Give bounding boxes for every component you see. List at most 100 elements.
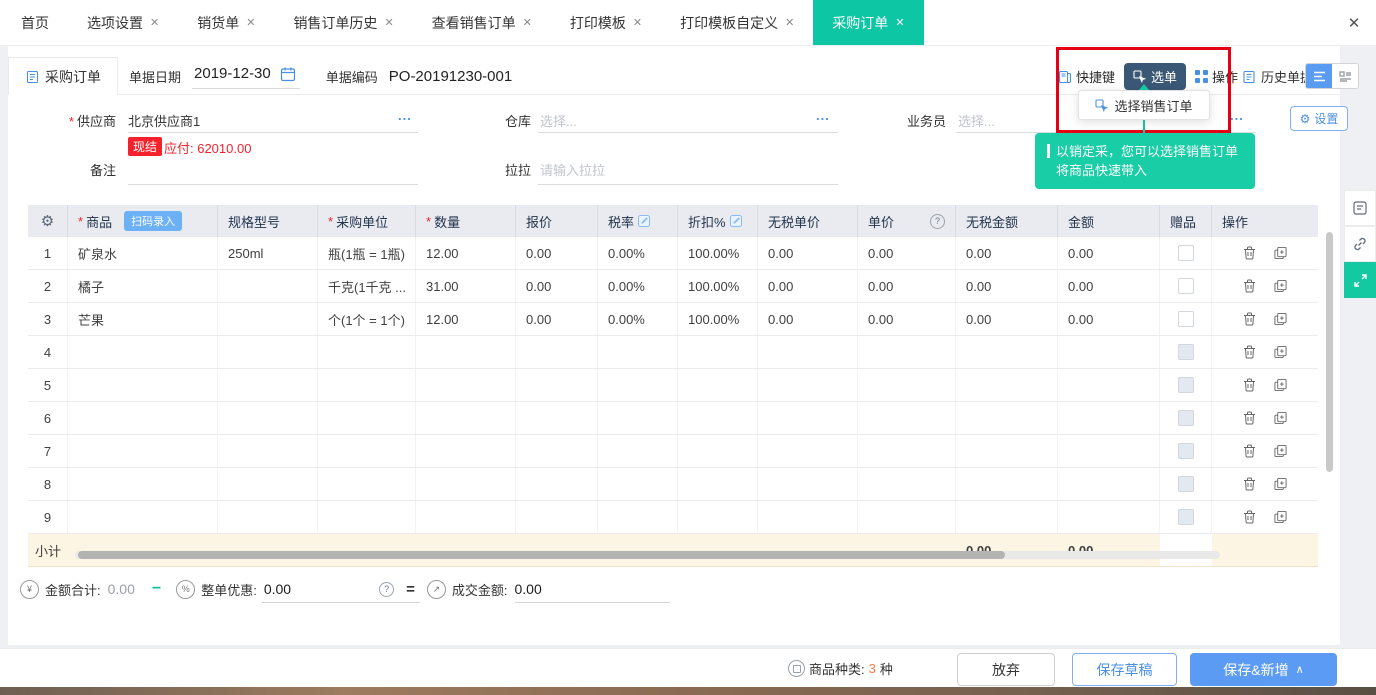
calendar-icon[interactable] xyxy=(280,66,296,82)
grid-cell-quote[interactable] xyxy=(516,501,598,533)
edit-icon[interactable] xyxy=(729,215,742,227)
gift-checkbox[interactable] xyxy=(1177,278,1194,294)
grid-cell-unit[interactable]: 个(1个 = 1个) xyxy=(318,303,416,335)
grid-cell-amount[interactable] xyxy=(1058,435,1160,467)
grid-cell-tax_rate[interactable] xyxy=(598,435,678,467)
copy-icon[interactable] xyxy=(1274,345,1287,359)
grid-cell-qty[interactable]: 12.00 xyxy=(416,237,516,269)
trash-icon[interactable] xyxy=(1243,477,1256,491)
grid-cell-price[interactable]: 0.00 xyxy=(858,303,956,335)
vertical-scrollbar-thumb[interactable] xyxy=(1326,232,1333,472)
grid-cell-unit[interactable] xyxy=(318,468,416,500)
grid-cell-tax_rate[interactable] xyxy=(598,336,678,368)
grid-cell-qty[interactable] xyxy=(416,336,516,368)
grid-cell-tax_rate[interactable] xyxy=(598,369,678,401)
save-and-new-button[interactable]: 保存&新增 ∧ xyxy=(1190,653,1337,686)
expand-rail-button[interactable] xyxy=(1344,262,1376,298)
grid-cell-amount[interactable]: 0.00 xyxy=(1058,303,1160,335)
trash-icon[interactable] xyxy=(1243,312,1256,326)
grid-cell-no_tax_amount[interactable] xyxy=(956,468,1058,500)
grid-cell-price[interactable] xyxy=(858,468,956,500)
grid-cell-unit[interactable] xyxy=(318,435,416,467)
grid-cell-qty[interactable] xyxy=(416,501,516,533)
tab[interactable]: 销售订单历史 ✕ xyxy=(274,0,412,45)
gift-checkbox[interactable] xyxy=(1177,476,1194,492)
grid-cell-discount[interactable] xyxy=(678,435,758,467)
cancel-button[interactable]: 放弃 xyxy=(957,653,1055,686)
lala-placeholder[interactable]: 请输入拉拉 xyxy=(540,160,605,179)
grid-cell-no_tax_price[interactable] xyxy=(758,336,858,368)
gift-checkbox[interactable] xyxy=(1177,245,1194,261)
grid-cell-quote[interactable] xyxy=(516,369,598,401)
grid-cell-quote[interactable]: 0.00 xyxy=(516,303,598,335)
grid-cell-no_tax_amount[interactable] xyxy=(956,501,1058,533)
grid-cell-no_tax_amount[interactable] xyxy=(956,369,1058,401)
copy-icon[interactable] xyxy=(1274,312,1287,326)
grid-cell-price[interactable]: 0.00 xyxy=(858,270,956,302)
grid-cell-product[interactable] xyxy=(68,501,218,533)
discount-input-underline[interactable] xyxy=(262,602,420,603)
history-button[interactable]: 历史单据 xyxy=(1242,67,1313,86)
list-view-toggle[interactable] xyxy=(1306,64,1332,88)
tab[interactable]: 销货单 ✕ xyxy=(178,0,274,45)
grid-cell-spec[interactable] xyxy=(218,369,318,401)
operation-button[interactable]: 操作 xyxy=(1195,67,1238,86)
grid-cell-discount[interactable]: 100.00% xyxy=(678,303,758,335)
grid-cell-amount[interactable] xyxy=(1058,336,1160,368)
select-sales-order-menu-item[interactable]: 选择销售订单 xyxy=(1078,90,1210,120)
grid-cell-amount[interactable] xyxy=(1058,501,1160,533)
link-rail-button[interactable] xyxy=(1344,226,1376,262)
grid-cell-qty[interactable]: 12.00 xyxy=(416,303,516,335)
grid-cell-discount[interactable]: 100.00% xyxy=(678,237,758,269)
grid-cell-tax_rate[interactable] xyxy=(598,501,678,533)
grid-cell-product[interactable]: 芒果 xyxy=(68,303,218,335)
note-rail-button[interactable] xyxy=(1344,190,1376,226)
copy-icon[interactable] xyxy=(1274,477,1287,491)
tab-close-icon[interactable]: ✕ xyxy=(895,16,904,29)
final-input-underline[interactable] xyxy=(515,602,670,603)
tab[interactable]: 打印模板自定义 ✕ xyxy=(661,0,813,45)
trash-icon[interactable] xyxy=(1243,510,1256,524)
grid-cell-price[interactable] xyxy=(858,336,956,368)
tab-close-icon[interactable]: ✕ xyxy=(246,16,255,29)
trash-icon[interactable] xyxy=(1243,246,1256,260)
grid-cell-no_tax_price[interactable]: 0.00 xyxy=(758,303,858,335)
supplier-picker-ellipsis[interactable]: ... xyxy=(398,108,412,123)
tab-close-icon[interactable]: ✕ xyxy=(523,16,532,29)
grid-cell-discount[interactable] xyxy=(678,369,758,401)
grid-cell-discount[interactable]: 100.00% xyxy=(678,270,758,302)
grid-cell-tax_rate[interactable]: 0.00% xyxy=(598,237,678,269)
pick-order-button[interactable]: 选单 xyxy=(1124,63,1187,90)
scan-entry-badge[interactable]: 扫码录入 xyxy=(124,211,183,231)
horizontal-scrollbar-thumb[interactable] xyxy=(78,551,1005,559)
tab[interactable]: 打印模板 ✕ xyxy=(551,0,661,45)
date-value[interactable]: 2019-12-30 xyxy=(194,65,271,82)
grid-cell-product[interactable]: 矿泉水 xyxy=(68,237,218,269)
grid-cell-quote[interactable]: 0.00 xyxy=(516,270,598,302)
grid-cell-qty[interactable] xyxy=(416,369,516,401)
grid-cell-price[interactable] xyxy=(858,369,956,401)
grid-cell-tax_rate[interactable] xyxy=(598,402,678,434)
copy-icon[interactable] xyxy=(1274,510,1287,524)
grid-cell-amount[interactable] xyxy=(1058,468,1160,500)
grid-cell-discount[interactable] xyxy=(678,468,758,500)
grid-cell-no_tax_price[interactable] xyxy=(758,435,858,467)
grid-cell-unit[interactable] xyxy=(318,402,416,434)
grid-cell-amount[interactable] xyxy=(1058,402,1160,434)
grid-cell-price[interactable] xyxy=(858,402,956,434)
tab-close-icon[interactable]: ✕ xyxy=(150,16,159,29)
grid-cell-product[interactable] xyxy=(68,468,218,500)
grid-cell-no_tax_amount[interactable]: 0.00 xyxy=(956,270,1058,302)
date-field[interactable]: 2019-12-30 xyxy=(192,63,300,89)
grid-cell-no_tax_price[interactable] xyxy=(758,468,858,500)
grid-cell-discount[interactable] xyxy=(678,501,758,533)
warehouse-picker-ellipsis[interactable]: ... xyxy=(816,108,830,123)
grid-cell-price[interactable]: 0.00 xyxy=(858,237,956,269)
grid-cell-price[interactable] xyxy=(858,501,956,533)
grid-cell-qty[interactable] xyxy=(416,402,516,434)
grid-cell-spec[interactable] xyxy=(218,435,318,467)
tab-close-icon[interactable]: ✕ xyxy=(785,16,794,29)
grid-cell-unit[interactable]: 瓶(1瓶 = 1瓶) xyxy=(318,237,416,269)
trash-icon[interactable] xyxy=(1243,279,1256,293)
trash-icon[interactable] xyxy=(1243,411,1256,425)
